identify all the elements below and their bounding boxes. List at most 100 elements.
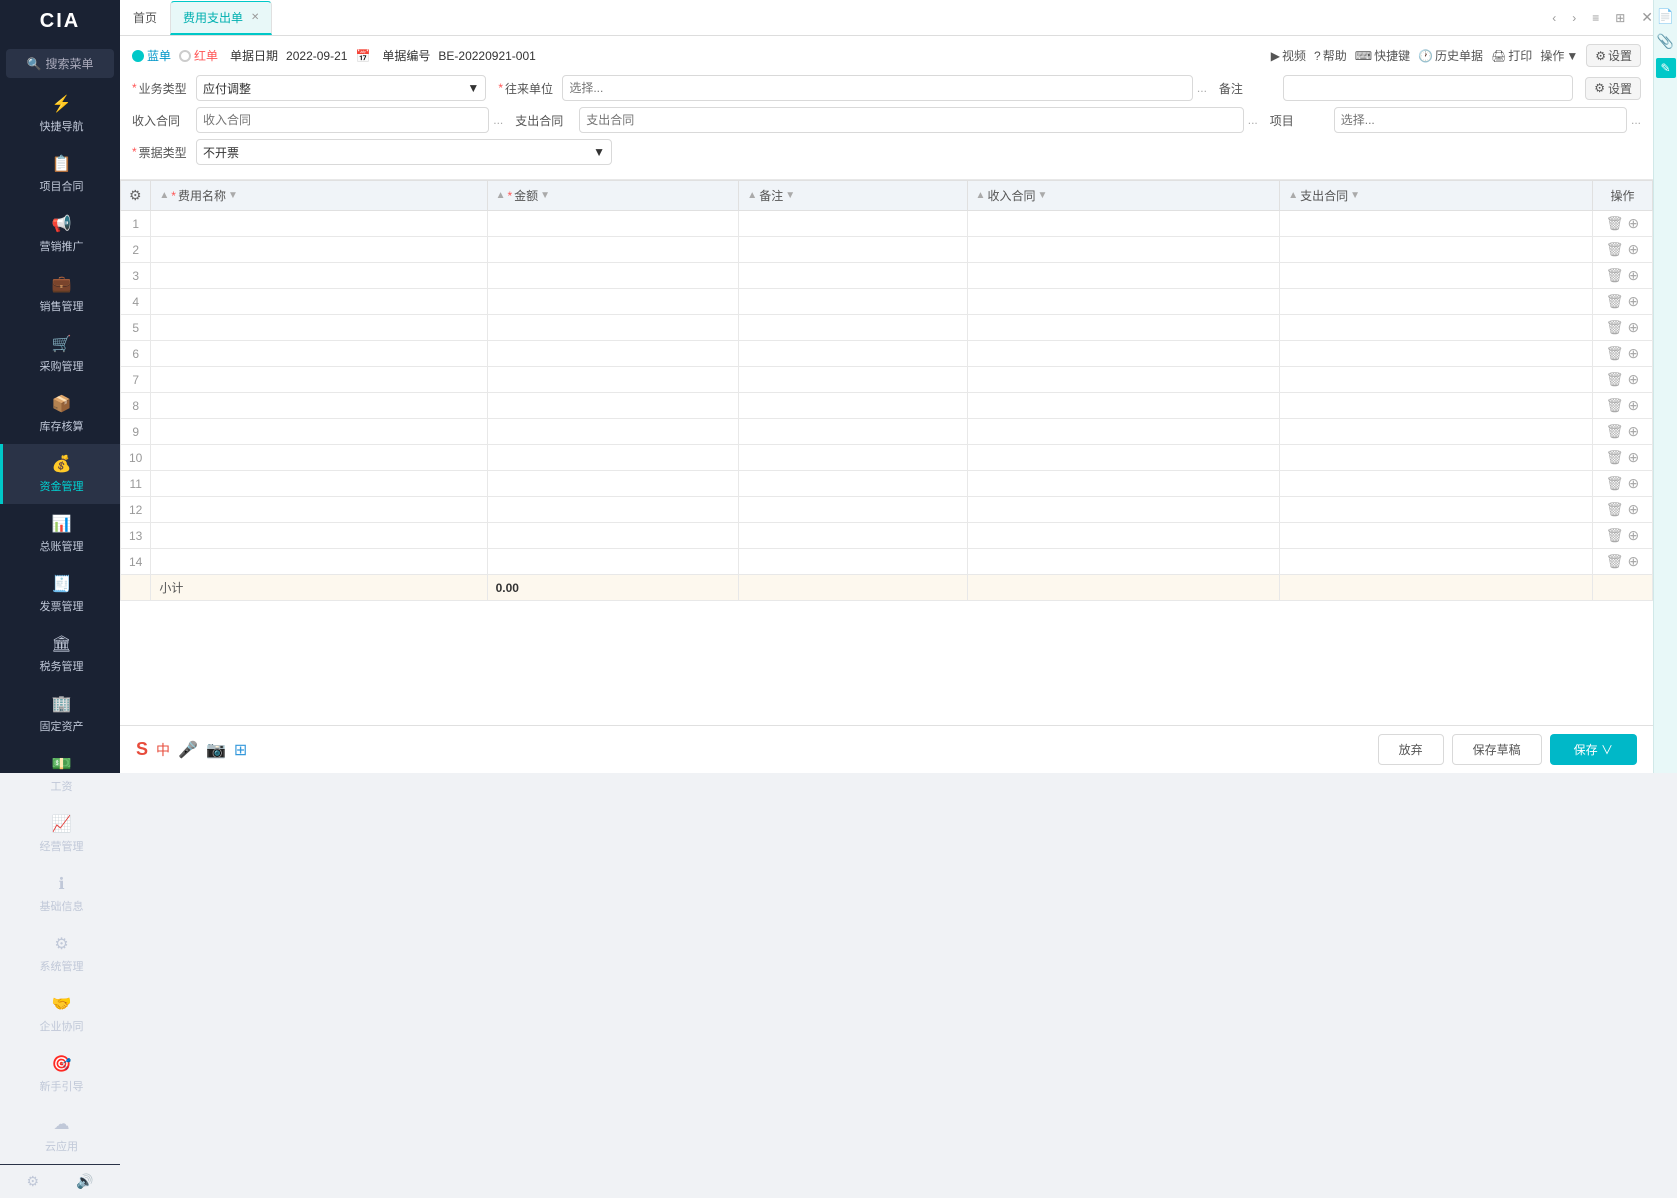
sidebar-item-salary[interactable]: 💵 工资	[0, 744, 120, 804]
copy-row-icon-5[interactable]: ⊕	[1628, 319, 1640, 336]
sort-icon-up-4[interactable]: ▲	[976, 190, 986, 201]
expense-name-cell-3[interactable]	[151, 263, 487, 289]
amount-cell-8[interactable]	[487, 393, 739, 419]
expense-name-cell-7[interactable]	[151, 367, 487, 393]
remark-cell-14[interactable]	[739, 549, 967, 575]
remark-cell-13[interactable]	[739, 523, 967, 549]
expense-contract-cell-13[interactable]	[1280, 523, 1593, 549]
expense-name-cell-11[interactable]	[151, 471, 487, 497]
amount-cell-10[interactable]	[487, 445, 739, 471]
income-contract-more[interactable]: ...	[493, 113, 503, 127]
expense-contract-input[interactable]	[579, 107, 1243, 133]
income-contract-cell-12[interactable]	[967, 497, 1280, 523]
history-btn[interactable]: 🕐 历史单据	[1418, 47, 1483, 64]
income-contract-cell-14[interactable]	[967, 549, 1280, 575]
radio-red[interactable]: 红单	[179, 47, 218, 64]
expense-name-cell-6[interactable]	[151, 341, 487, 367]
amount-cell-12[interactable]	[487, 497, 739, 523]
nav-next-icon[interactable]: ›	[1568, 9, 1580, 27]
invoice-type-select[interactable]: 不开票 ▼	[196, 139, 612, 165]
view-video-btn[interactable]: ▶ 视频	[1271, 47, 1306, 64]
sort-icon-up[interactable]: ▲	[159, 190, 169, 201]
calendar-icon[interactable]: 📅	[355, 49, 370, 63]
discard-button[interactable]: 放弃	[1378, 734, 1444, 765]
remark-cell-8[interactable]	[739, 393, 967, 419]
grid-view-icon[interactable]: ⊞	[1611, 9, 1629, 27]
delete-row-icon-3[interactable]: 🗑	[1606, 267, 1624, 284]
right-settings-btn[interactable]: ⚙ 设置	[1585, 77, 1641, 100]
expense-name-cell-5[interactable]	[151, 315, 487, 341]
sidebar-item-tax-mgmt[interactable]: 🏛 税务管理	[0, 624, 120, 684]
income-contract-cell-1[interactable]	[967, 211, 1280, 237]
sidebar-item-operations[interactable]: 📈 经营管理	[0, 804, 120, 864]
copy-row-icon-6[interactable]: ⊕	[1628, 345, 1640, 362]
amount-cell-7[interactable]	[487, 367, 739, 393]
sidebar-item-enterprise[interactable]: 🤝 企业协同	[0, 984, 120, 1044]
save-draft-button[interactable]: 保存草稿	[1452, 734, 1542, 765]
remark-cell-9[interactable]	[739, 419, 967, 445]
expense-contract-cell-9[interactable]	[1280, 419, 1593, 445]
tab-home[interactable]: 首页	[120, 1, 170, 35]
income-contract-cell-8[interactable]	[967, 393, 1280, 419]
copy-row-icon-14[interactable]: ⊕	[1628, 553, 1640, 570]
nav-prev-icon[interactable]: ‹	[1548, 9, 1560, 27]
amount-cell-6[interactable]	[487, 341, 739, 367]
expense-name-cell-8[interactable]	[151, 393, 487, 419]
income-contract-cell-11[interactable]	[967, 471, 1280, 497]
right-panel-icon-3[interactable]: ✎	[1656, 58, 1676, 78]
window-close-btn[interactable]: ✕	[1641, 9, 1653, 26]
radio-blue[interactable]: 蓝单	[132, 47, 171, 64]
remark-input[interactable]	[1283, 75, 1573, 101]
delete-row-icon-10[interactable]: 🗑	[1606, 449, 1624, 466]
copy-row-icon-9[interactable]: ⊕	[1628, 423, 1640, 440]
print-btn[interactable]: 🖨 打印	[1491, 47, 1532, 64]
capture-icon[interactable]: 📷	[206, 740, 226, 760]
sidebar-item-fixed-assets[interactable]: 🏢 固定资产	[0, 684, 120, 744]
mic-icon[interactable]: 🎤	[178, 740, 198, 760]
copy-row-icon-11[interactable]: ⊕	[1628, 475, 1640, 492]
delete-row-icon-8[interactable]: 🗑	[1606, 397, 1624, 414]
expense-name-cell-4[interactable]	[151, 289, 487, 315]
copy-row-icon-10[interactable]: ⊕	[1628, 449, 1640, 466]
sort-icon-up-5[interactable]: ▲	[1288, 190, 1298, 201]
project-input[interactable]	[1334, 107, 1627, 133]
expense-contract-cell-14[interactable]	[1280, 549, 1593, 575]
expense-contract-cell-2[interactable]	[1280, 237, 1593, 263]
expense-name-cell-13[interactable]	[151, 523, 487, 549]
expense-contract-cell-1[interactable]	[1280, 211, 1593, 237]
tab-expense-sheet[interactable]: 费用支出单 ✕	[170, 1, 272, 35]
expense-name-cell-1[interactable]	[151, 211, 487, 237]
search-menu[interactable]: 🔍 搜索菜单	[6, 49, 114, 78]
remark-cell-12[interactable]	[739, 497, 967, 523]
sidebar-item-new-guide[interactable]: 🎯 新手引导	[0, 1044, 120, 1104]
partner-input[interactable]	[562, 75, 1193, 101]
s-brand-icon[interactable]: S	[136, 739, 148, 760]
sidebar-item-basic-info[interactable]: ℹ 基础信息	[0, 864, 120, 924]
copy-row-icon-7[interactable]: ⊕	[1628, 371, 1640, 388]
copy-row-icon-2[interactable]: ⊕	[1628, 241, 1640, 258]
action-btn[interactable]: 操作 ▼	[1540, 47, 1578, 64]
copy-row-icon-8[interactable]: ⊕	[1628, 397, 1640, 414]
delete-row-icon-12[interactable]: 🗑	[1606, 501, 1624, 518]
project-more[interactable]: ...	[1631, 113, 1641, 127]
expense-contract-cell-10[interactable]	[1280, 445, 1593, 471]
remark-cell-6[interactable]	[739, 341, 967, 367]
delete-row-icon-14[interactable]: 🗑	[1606, 553, 1624, 570]
copy-row-icon-3[interactable]: ⊕	[1628, 267, 1640, 284]
settings-right-btn[interactable]: ⚙ 设置	[1585, 77, 1641, 100]
income-contract-cell-9[interactable]	[967, 419, 1280, 445]
remark-cell-10[interactable]	[739, 445, 967, 471]
remark-cell-2[interactable]	[739, 237, 967, 263]
remark-cell-11[interactable]	[739, 471, 967, 497]
settings-btn[interactable]: ⚙ 设置	[1586, 44, 1641, 67]
expense-contract-cell-12[interactable]	[1280, 497, 1593, 523]
income-contract-cell-3[interactable]	[967, 263, 1280, 289]
amount-cell-3[interactable]	[487, 263, 739, 289]
copy-row-icon-4[interactable]: ⊕	[1628, 293, 1640, 310]
income-contract-input[interactable]	[196, 107, 489, 133]
income-contract-cell-4[interactable]	[967, 289, 1280, 315]
sort-icon-up-3[interactable]: ▲	[747, 190, 757, 201]
sidebar-item-general-ledger[interactable]: 📊 总账管理	[0, 504, 120, 564]
copy-row-icon-12[interactable]: ⊕	[1628, 501, 1640, 518]
income-contract-cell-5[interactable]	[967, 315, 1280, 341]
